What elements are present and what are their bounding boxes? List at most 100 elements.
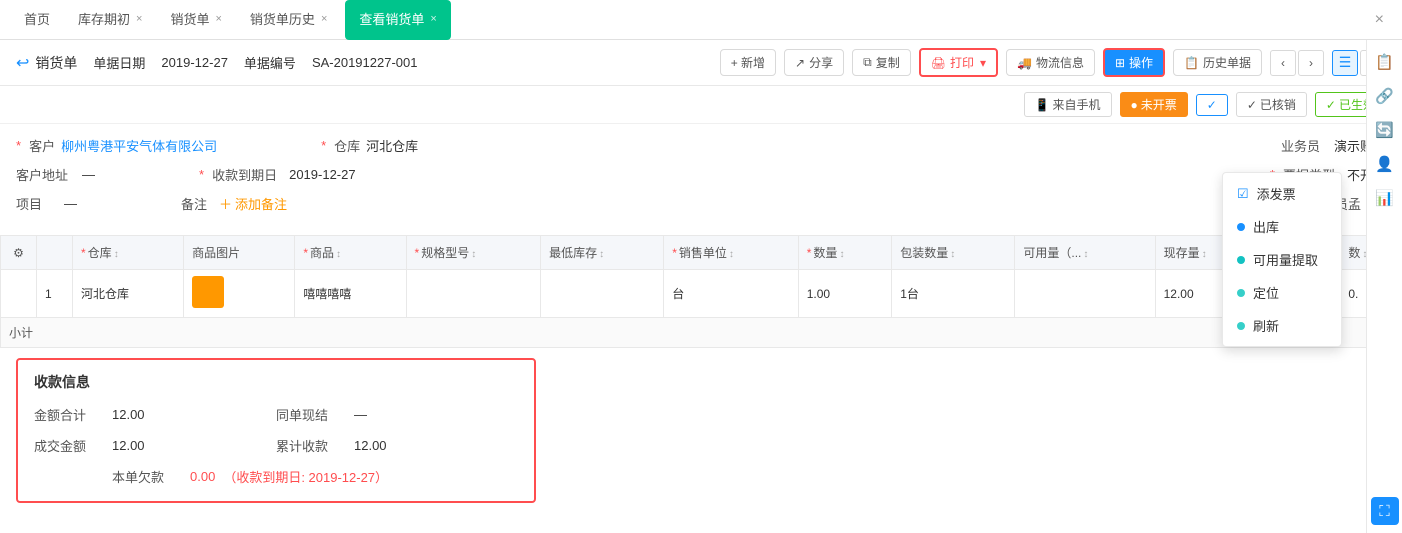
- tab-sales-order[interactable]: 销货单 ×: [156, 0, 235, 40]
- doc-type-label: 销货单: [35, 53, 77, 73]
- form-section: * 客户 柳州粤港平安气体有限公司 * 仓库 河北仓库 业务员 演示账号 客户地…: [0, 124, 1402, 235]
- col-no: [37, 236, 73, 270]
- row-qty: 1.00: [798, 270, 892, 318]
- no-value: SA-20191227-001: [312, 55, 418, 70]
- project-value: —: [64, 196, 77, 211]
- total-amount-value: 12.00: [112, 407, 145, 422]
- close-all-button[interactable]: ×: [1367, 11, 1392, 29]
- tab-view-sales-order[interactable]: 查看销货单 ×: [345, 0, 450, 40]
- row-min-stock: [541, 270, 664, 318]
- balance-note: （收款到期日: 2019-12-27）: [223, 467, 388, 486]
- available-dot: [1237, 256, 1245, 264]
- doc-meta: 单据日期 2019-12-27 单据编号 SA-20191227-001: [93, 53, 417, 72]
- logistics-button[interactable]: 🚚 物流信息: [1006, 49, 1095, 76]
- dropdown-menu: ☑ 添发票 出库 可用量提取 定位 刷新: [1222, 172, 1342, 347]
- form-row-1: * 客户 柳州粤港平安气体有限公司 * 仓库 河北仓库 业务员 演示账号: [16, 136, 1386, 155]
- add-note-button[interactable]: ＋ 添加备注: [219, 194, 287, 213]
- product-image: [192, 276, 224, 308]
- payment-title: 收款信息: [34, 372, 518, 392]
- tab-home[interactable]: 首页: [10, 0, 64, 40]
- check-icon: ✓: [1207, 98, 1217, 112]
- transaction-row: 成交金额 12.00: [34, 433, 276, 458]
- date-value: 2019-12-27: [161, 55, 228, 70]
- row-available: [1015, 270, 1155, 318]
- row-product: 嘻嘻嘻嘻: [295, 270, 406, 318]
- same-order-value: —: [354, 407, 367, 422]
- balance-row: 本单欠款 0.00 （收款到期日: 2019-12-27）: [34, 464, 518, 489]
- project-field: 项目 —: [16, 194, 77, 213]
- tab-inventory-start[interactable]: 库存期初 ×: [64, 0, 156, 40]
- warehouse-value: 河北仓库: [366, 136, 418, 155]
- no-label: 单据编号: [244, 53, 296, 72]
- row-img: [184, 270, 295, 318]
- sidebar-link-icon[interactable]: 🔗: [1371, 82, 1399, 110]
- cancelled-button[interactable]: ✓ 已核销: [1236, 92, 1307, 117]
- product-table: ⚙ *仓库↕ 商品图片 *商品↕ *规格型号↕ 最低库存↕ *销售单位↕: [0, 235, 1402, 348]
- tab-sales-history[interactable]: 销货单历史 ×: [236, 0, 341, 40]
- ops-button[interactable]: ⊞ 操作: [1103, 48, 1165, 77]
- sales-order-icon: ↩: [16, 53, 29, 73]
- customer-value[interactable]: 柳州粤港平安气体有限公司: [61, 136, 217, 155]
- warehouse-field: * 仓库 河北仓库: [321, 136, 418, 155]
- print-dropdown-icon: ▾: [980, 56, 986, 70]
- add-invoice-item[interactable]: ☑ 添发票: [1223, 177, 1341, 210]
- outbound-item[interactable]: 出库: [1223, 210, 1341, 243]
- payment-section: 收款信息 金额合计 12.00 同单现结 — 成交金额 12.00 累计收款 1…: [16, 358, 536, 503]
- row-spec: [406, 270, 541, 318]
- verified-check-button[interactable]: ✓: [1196, 94, 1228, 116]
- sidebar-chart-icon[interactable]: 📊: [1371, 184, 1399, 212]
- tab-close-view[interactable]: ×: [430, 13, 436, 25]
- sidebar-refresh-icon[interactable]: 🔄: [1371, 116, 1399, 144]
- print-icon: 🖨: [931, 56, 946, 70]
- sidebar-user-icon[interactable]: 👤: [1371, 150, 1399, 178]
- from-phone-button[interactable]: 📱 来自手机: [1024, 92, 1112, 117]
- cancelled-icon: ✓: [1247, 98, 1257, 112]
- doc-actions: + 新增 ↗ 分享 ⧉ 复制 🖨 打印 ▾ 🚚 物流信息 ⊞ 操作: [720, 48, 1386, 77]
- col-warehouse: *仓库↕: [73, 236, 184, 270]
- address-label: 客户地址: [16, 165, 68, 184]
- row-settings: [1, 270, 37, 318]
- nav-arrows: ‹ ›: [1270, 50, 1324, 76]
- circle-icon: ●: [1131, 98, 1138, 112]
- col-settings[interactable]: ⚙: [1, 236, 37, 270]
- transaction-value: 12.00: [112, 438, 145, 453]
- payment-grid: 金额合计 12.00 同单现结 — 成交金额 12.00 累计收款 12.00 …: [34, 402, 518, 489]
- next-button[interactable]: ›: [1298, 50, 1324, 76]
- share-button[interactable]: ↗ 分享: [784, 49, 844, 76]
- refresh-item[interactable]: 刷新: [1223, 309, 1341, 342]
- payment-date-value: 2019-12-27: [289, 167, 356, 182]
- note-field: 备注 ＋ 添加备注: [181, 194, 287, 213]
- toolbar-row: 📱 来自手机 ● 未开票 ✓ ✓ 已核销 ✓ 已生效: [0, 86, 1402, 124]
- copy-button[interactable]: ⧉ 复制: [852, 49, 911, 76]
- staff-label: 业务员: [1281, 136, 1320, 155]
- history-button[interactable]: 📋 历史单据: [1173, 49, 1262, 76]
- tab-bar: 首页 库存期初 × 销货单 × 销货单历史 × 查看销货单 × ×: [0, 0, 1402, 40]
- sidebar-expand-icon[interactable]: ⛶: [1371, 497, 1399, 525]
- phone-icon: 📱: [1035, 98, 1050, 112]
- total-amount-row: 金额合计 12.00: [34, 402, 276, 427]
- row-warehouse: 河北仓库: [73, 270, 184, 318]
- locate-item[interactable]: 定位: [1223, 276, 1341, 309]
- col-product: *商品↕: [295, 236, 406, 270]
- form-row-3: 项目 — 备注 ＋ 添加备注 * 业务员孟 —: [16, 194, 1386, 213]
- checkbox-icon: ☑: [1237, 186, 1249, 202]
- customer-field: * 客户 柳州粤港平安气体有限公司: [16, 136, 217, 155]
- sidebar-doc-icon[interactable]: 📋: [1371, 48, 1399, 76]
- tab-close-sales[interactable]: ×: [215, 13, 221, 25]
- new-button[interactable]: + 新增: [720, 49, 776, 76]
- product-table-container: ⚙ *仓库↕ 商品图片 *商品↕ *规格型号↕ 最低库存↕ *销售单位↕: [0, 235, 1402, 348]
- list-view-button[interactable]: ☰: [1332, 50, 1358, 76]
- not-open-ticket-button[interactable]: ● 未开票: [1120, 92, 1188, 117]
- row-no: 1: [37, 270, 73, 318]
- date-label: 单据日期: [93, 53, 145, 72]
- print-button[interactable]: 🖨 打印 ▾: [919, 48, 998, 77]
- same-order-label: 同单现结: [276, 405, 346, 424]
- tab-close-inventory[interactable]: ×: [136, 13, 142, 25]
- prev-button[interactable]: ‹: [1270, 50, 1296, 76]
- tab-close-history[interactable]: ×: [321, 13, 327, 25]
- refresh-dot: [1237, 322, 1245, 330]
- available-qty-item[interactable]: 可用量提取: [1223, 243, 1341, 276]
- table-row: 1 河北仓库 嘻嘻嘻嘻 台 1.00 1台 12.00 0.: [1, 270, 1402, 318]
- row-sales-unit: 台: [664, 270, 799, 318]
- col-img: 商品图片: [184, 236, 295, 270]
